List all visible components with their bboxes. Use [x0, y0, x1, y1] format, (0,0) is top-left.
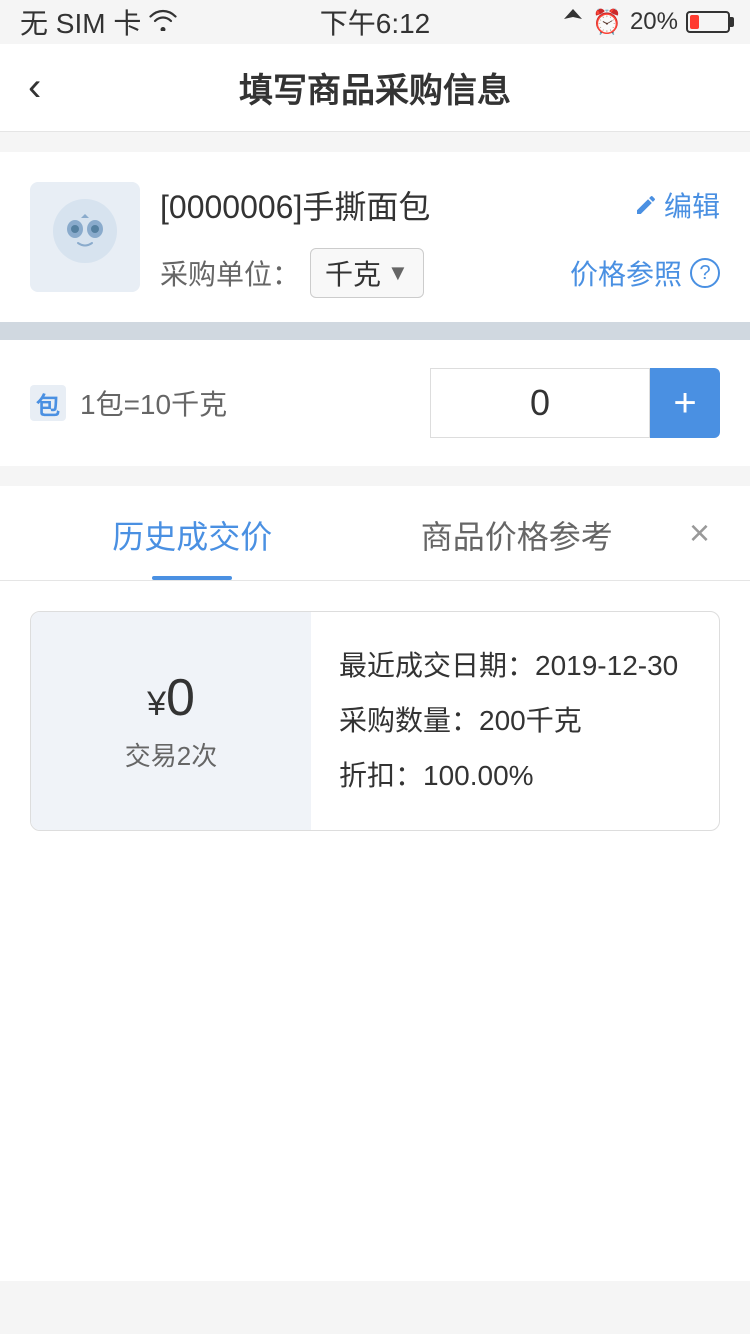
history-content: ¥0 交易2次 最近成交日期：2019-12-30 采购数量：200千克 折扣：…	[0, 581, 750, 861]
tab-history-price[interactable]: 历史成交价	[30, 486, 354, 580]
carrier-text: 无 SIM 卡	[20, 2, 141, 42]
recent-date-row: 最近成交日期：2019-12-30	[339, 646, 691, 685]
tab-price-ref-label: 商品价格参考	[421, 519, 613, 555]
quantity-conversion-text: 1包=10千克	[80, 383, 227, 423]
battery-icon	[686, 11, 730, 33]
close-icon: ×	[689, 512, 710, 554]
purchase-qty-row: 采购数量：200千克	[339, 701, 691, 740]
tabs-section: 历史成交价 商品价格参考 × ¥0 交易2次 最近成交日期：2019-12-30	[0, 486, 750, 1281]
info-icon: ?	[690, 258, 720, 288]
tabs-close-button[interactable]: ×	[679, 502, 720, 564]
location-icon	[562, 7, 584, 38]
quantity-label-group: 包 1包=10千克	[30, 383, 227, 423]
edit-icon	[634, 193, 658, 217]
quantity-plus-button[interactable]: +	[650, 368, 720, 438]
trade-count: 交易2次	[125, 736, 217, 773]
nav-bar: ‹ 填写商品采购信息	[0, 44, 750, 132]
purchase-qty-label: 采购数量：	[339, 705, 479, 736]
unit-row: 采购单位： 千克 ▼ 价格参照 ?	[160, 248, 720, 298]
discount-row: 折扣：100.00%	[339, 756, 691, 795]
history-price-block: ¥0 交易2次	[31, 612, 311, 830]
purchase-qty-value: 200千克	[479, 705, 582, 736]
price-value: 0	[166, 669, 195, 727]
edit-label: 编辑	[664, 185, 720, 225]
quantity-unit-badge: 包	[30, 385, 66, 421]
tab-history-label: 历史成交价	[112, 519, 272, 555]
product-logo-icon	[50, 196, 120, 278]
dropdown-icon: ▼	[387, 260, 409, 286]
unit-value: 千克	[325, 253, 381, 293]
product-row: [0000006]手撕面包 编辑 采购单位： 千克 ▼ 价格	[30, 182, 720, 298]
history-card: ¥0 交易2次 最近成交日期：2019-12-30 采购数量：200千克 折扣：…	[30, 611, 720, 831]
edit-button[interactable]: 编辑	[634, 185, 720, 225]
back-button[interactable]: ‹	[28, 65, 41, 110]
discount-value: 100.00%	[423, 760, 534, 791]
status-left: 无 SIM 卡	[20, 2, 177, 42]
status-right: ⏰ 20%	[562, 7, 730, 38]
history-price: ¥0	[147, 668, 195, 728]
discount-label: 折扣：	[339, 760, 423, 791]
section-separator	[0, 322, 750, 340]
tab-price-ref[interactable]: 商品价格参考	[354, 486, 678, 580]
page-title: 填写商品采购信息	[239, 63, 511, 112]
plus-icon: +	[673, 381, 696, 426]
unit-label: 采购单位：	[160, 253, 300, 293]
product-name-row: [0000006]手撕面包 编辑	[160, 182, 720, 228]
price-ref-label: 价格参照	[570, 253, 682, 293]
quantity-unit-text: 包	[36, 386, 60, 421]
currency-symbol: ¥	[147, 685, 166, 723]
status-bar: 无 SIM 卡 下午6:12 ⏰ 20%	[0, 0, 750, 44]
unit-select[interactable]: 千克 ▼	[310, 248, 424, 298]
status-time: 下午6:12	[320, 2, 431, 42]
quantity-input[interactable]: 0	[430, 368, 650, 438]
quantity-value: 0	[530, 382, 550, 424]
quantity-section: 包 1包=10千克 0 +	[0, 340, 750, 466]
price-ref-button[interactable]: 价格参照 ?	[570, 253, 720, 293]
product-name: [0000006]手撕面包	[160, 182, 430, 228]
history-details: 最近成交日期：2019-12-30 采购数量：200千克 折扣：100.00%	[311, 612, 719, 830]
recent-date-label: 最近成交日期：	[339, 650, 535, 681]
product-image	[30, 182, 140, 292]
product-section: [0000006]手撕面包 编辑 采购单位： 千克 ▼ 价格	[0, 152, 750, 322]
wifi-icon	[149, 6, 177, 38]
battery-percent: 20%	[630, 8, 678, 36]
recent-date-value: 2019-12-30	[535, 650, 678, 681]
tabs-header: 历史成交价 商品价格参考 ×	[0, 486, 750, 581]
main-content: ¥0 交易2次 最近成交日期：2019-12-30 采购数量：200千克 折扣：…	[0, 581, 750, 1281]
alarm-icon: ⏰	[592, 8, 622, 37]
product-info: [0000006]手撕面包 编辑 采购单位： 千克 ▼ 价格	[160, 182, 720, 298]
quantity-controls: 0 +	[430, 368, 720, 438]
